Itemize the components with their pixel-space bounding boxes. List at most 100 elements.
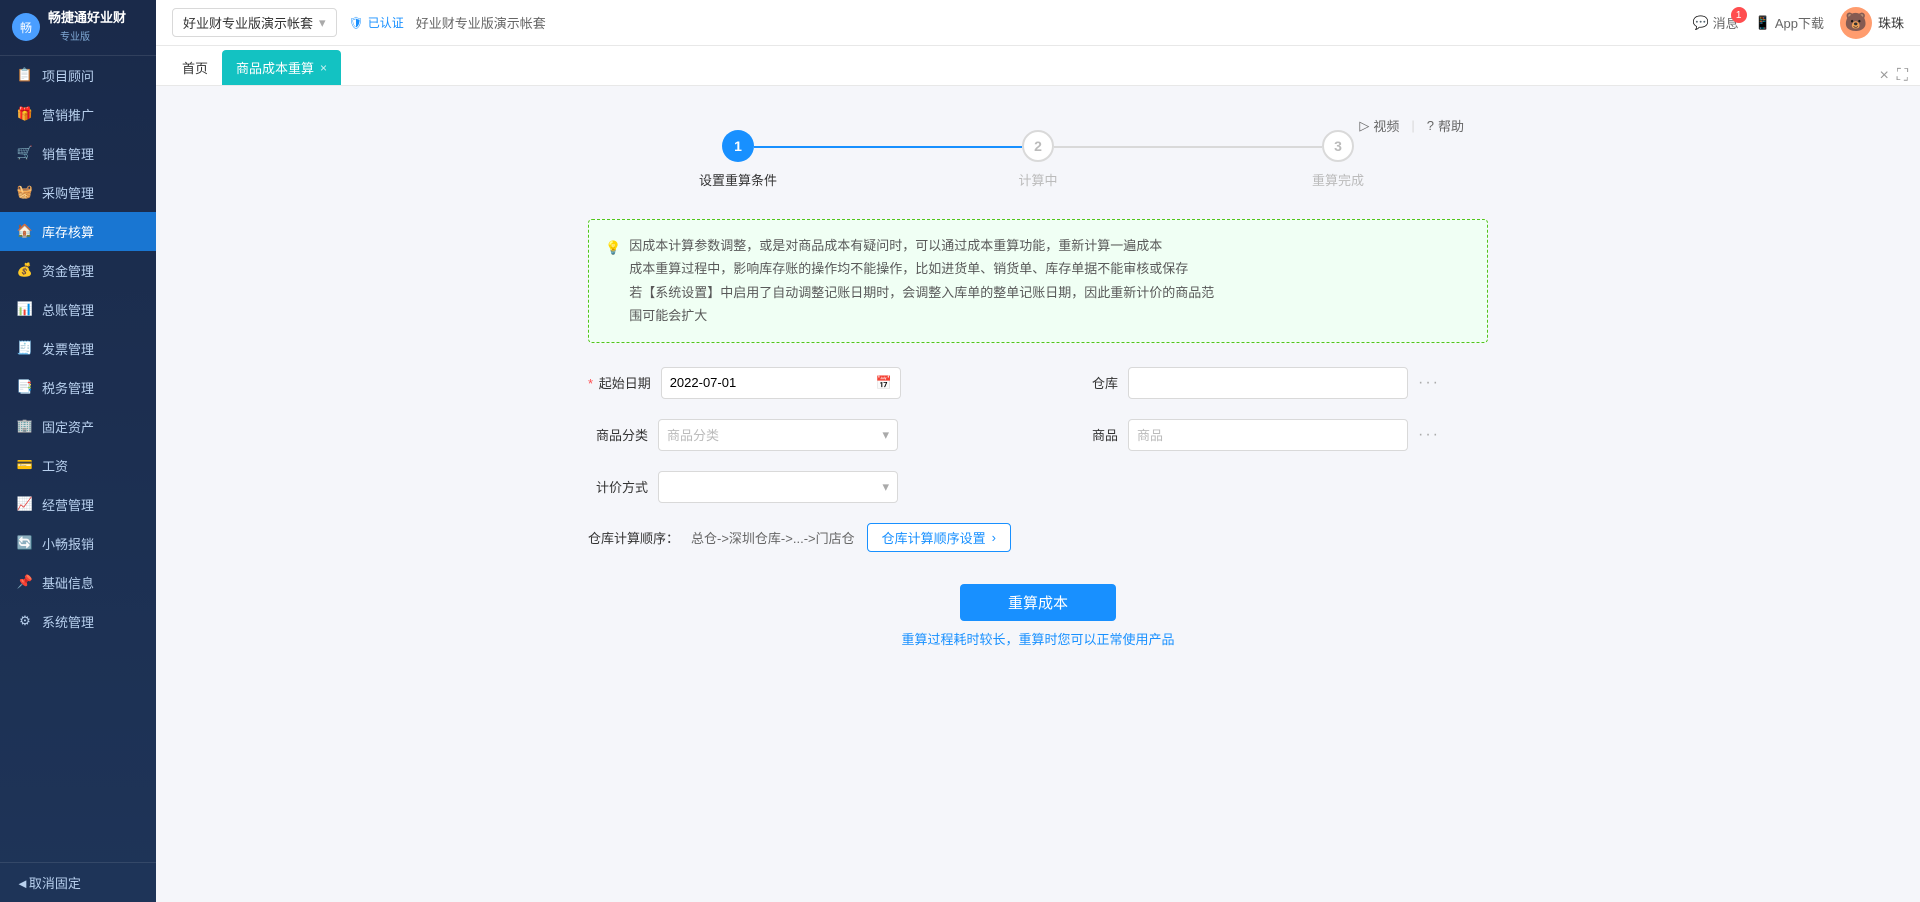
sidebar-item-label: 税务管理 [42, 378, 94, 397]
chevron-down-icon: ▾ [882, 427, 889, 443]
tax-icon: 📑 [16, 378, 34, 396]
verified-text: 已认证 [368, 14, 404, 31]
app-download-label: App下载 [1775, 13, 1824, 32]
submit-hint: 重算过程耗时较长，重算时您可以正常使用产品 [588, 629, 1488, 648]
start-date-value: 2022-07-01 [670, 375, 737, 390]
warehouse-order-btn-label: 仓库计算顺序设置 [882, 528, 986, 547]
app-download-button[interactable]: 📱 App下载 [1755, 13, 1824, 32]
sidebar-item-purchase[interactable]: 🧺 采购管理 [0, 173, 156, 212]
tab-home[interactable]: 首页 [168, 50, 222, 85]
tab-active-label: 商品成本重算 [236, 58, 314, 77]
step-1-label: 设置重算条件 [699, 170, 777, 189]
chevron-down-icon: ▾ [882, 479, 889, 495]
submit-btn-label: 重算成本 [1008, 595, 1068, 612]
warehouse-order-settings-button[interactable]: 仓库计算顺序设置 › [867, 523, 1011, 552]
info-line-3: 若【系统设置】中启用了自动调整记账日期时，会调整入库单的整单记账日期，因此重新计… [629, 281, 1214, 304]
submit-button[interactable]: 重算成本 [960, 584, 1116, 621]
play-icon: ▷ [1359, 118, 1369, 134]
divider: | [1411, 118, 1414, 133]
step-2-label: 计算中 [1018, 170, 1057, 189]
step-3-circle: 3 [1322, 130, 1354, 162]
sidebar-item-label: 资金管理 [42, 261, 94, 280]
sidebar-item-finance[interactable]: 💰 资金管理 [0, 251, 156, 290]
sidebar-item-label: 发票管理 [42, 339, 94, 358]
help-link[interactable]: ? 帮助 [1427, 116, 1464, 135]
form-area: * 起始日期 2022-07-01 📅 仓库 ··· [588, 367, 1488, 648]
finance-icon: 💰 [16, 261, 34, 279]
help-label: 帮助 [1438, 116, 1464, 135]
sidebar-item-inventory[interactable]: 🏠 库存核算 [0, 212, 156, 251]
sidebar: 畅 畅捷通好业财 专业版 📋 项目顾问 🎁 营销推广 🛒 销售管理 🧺 采购管理… [0, 0, 156, 902]
video-link[interactable]: ▷ 视频 [1359, 116, 1399, 135]
sidebar-item-label: 经营管理 [42, 495, 94, 514]
goods-more-button[interactable]: ··· [1418, 426, 1440, 444]
warehouse-group: 仓库 ··· [1058, 367, 1488, 399]
verified-badge: 🛡 已认证 [349, 14, 404, 31]
stepper: 1 设置重算条件 2 计算中 3 重算完成 [588, 110, 1488, 219]
start-date-input[interactable]: 2022-07-01 📅 [661, 367, 901, 399]
sidebar-item-expense[interactable]: 🔄 小畅报销 [0, 524, 156, 563]
warehouse-order-label: 仓库计算顺序： [588, 528, 679, 547]
sidebar-item-marketing[interactable]: 🎁 营销推广 [0, 95, 156, 134]
tab-home-label: 首页 [182, 58, 208, 77]
expand-window-button[interactable]: ⛶ [1897, 67, 1908, 85]
messages-button[interactable]: 💬 消息 1 [1692, 13, 1738, 32]
assets-icon: 🏢 [16, 417, 34, 435]
window-controls: × ⛶ [1879, 67, 1908, 85]
start-date-label: * 起始日期 [588, 373, 651, 392]
invoice-icon: 🧾 [16, 339, 34, 357]
info-content: 因成本计算参数调整，或是对商品成本有疑问时，可以通过成本重算功能，重新计算一遍成… [629, 234, 1214, 328]
warehouse-input[interactable] [1128, 367, 1408, 399]
sidebar-item-operations[interactable]: 📈 经营管理 [0, 485, 156, 524]
sidebar-logo: 畅 畅捷通好业财 专业版 [0, 0, 156, 56]
category-group: 商品分类 商品分类 ▾ [588, 419, 1018, 451]
accounting-icon: 📊 [16, 300, 34, 318]
warehouse-more-button[interactable]: ··· [1418, 374, 1440, 392]
sidebar-item-label: 销售管理 [42, 144, 94, 163]
sidebar-item-payroll[interactable]: 💳 工资 [0, 446, 156, 485]
account-name: 好业财专业版演示帐套 [183, 13, 313, 32]
sidebar-item-label: 总账管理 [42, 300, 94, 319]
tab-bar: 首页 商品成本重算 × × ⛶ [156, 46, 1920, 86]
goods-label: 商品 [1058, 425, 1118, 444]
sidebar-item-system[interactable]: ⚙ 系统管理 [0, 602, 156, 641]
tab-cost-recalc[interactable]: 商品成本重算 × [222, 50, 341, 85]
project-icon: 📋 [16, 66, 34, 84]
account-selector[interactable]: 好业财专业版演示帐套 ▾ [172, 8, 337, 37]
close-window-button[interactable]: × [1879, 67, 1888, 85]
tab-close-button[interactable]: × [320, 61, 327, 75]
app-edition: 专业版 [48, 26, 126, 45]
avatar: 🐻 [1840, 7, 1872, 39]
payroll-icon: 💳 [16, 456, 34, 474]
info-line-1: 因成本计算参数调整，或是对商品成本有疑问时，可以通过成本重算功能，重新计算一遍成… [629, 234, 1214, 257]
sidebar-item-invoice[interactable]: 🧾 发票管理 [0, 329, 156, 368]
sidebar-item-project[interactable]: 📋 项目顾问 [0, 56, 156, 95]
sidebar-item-label: 系统管理 [42, 612, 94, 631]
sidebar-item-sales[interactable]: 🛒 销售管理 [0, 134, 156, 173]
pricing-select[interactable]: ▾ [658, 471, 898, 503]
phone-icon: 📱 [1755, 15, 1771, 31]
warehouse-order-value: 总仓->深圳仓库->...->门店仓 [691, 528, 855, 547]
sidebar-item-label: 小畅报销 [42, 534, 94, 553]
warehouse-order-row: 仓库计算顺序： 总仓->深圳仓库->...->门店仓 仓库计算顺序设置 › [588, 523, 1488, 552]
step-3: 3 重算完成 [1188, 130, 1488, 189]
sidebar-item-accounting[interactable]: 📊 总账管理 [0, 290, 156, 329]
info-line-4: 围可能会扩大 [629, 304, 1214, 327]
info-icon: 💡 [605, 236, 621, 328]
purchase-icon: 🧺 [16, 183, 34, 201]
category-select[interactable]: 商品分类 ▾ [658, 419, 898, 451]
sidebar-item-basic[interactable]: 📌 基础信息 [0, 563, 156, 602]
category-placeholder: 商品分类 [667, 425, 719, 444]
goods-input[interactable]: 商品 [1128, 419, 1408, 451]
sidebar-item-label: 基础信息 [42, 573, 94, 592]
account-full-name: 好业财专业版演示帐套 [416, 13, 546, 32]
goods-group: 商品 商品 ··· [1058, 419, 1488, 451]
pricing-group: 计价方式 ▾ [588, 471, 1018, 503]
user-info[interactable]: 🐻 珠珠 [1840, 7, 1904, 39]
header-right: 💬 消息 1 📱 App下载 🐻 珠珠 [1692, 7, 1904, 39]
unpin-button[interactable]: ◄取消固定 [0, 862, 156, 902]
sales-icon: 🛒 [16, 144, 34, 162]
sidebar-item-tax[interactable]: 📑 税务管理 [0, 368, 156, 407]
video-label: 视频 [1373, 116, 1399, 135]
sidebar-item-assets[interactable]: 🏢 固定资产 [0, 407, 156, 446]
